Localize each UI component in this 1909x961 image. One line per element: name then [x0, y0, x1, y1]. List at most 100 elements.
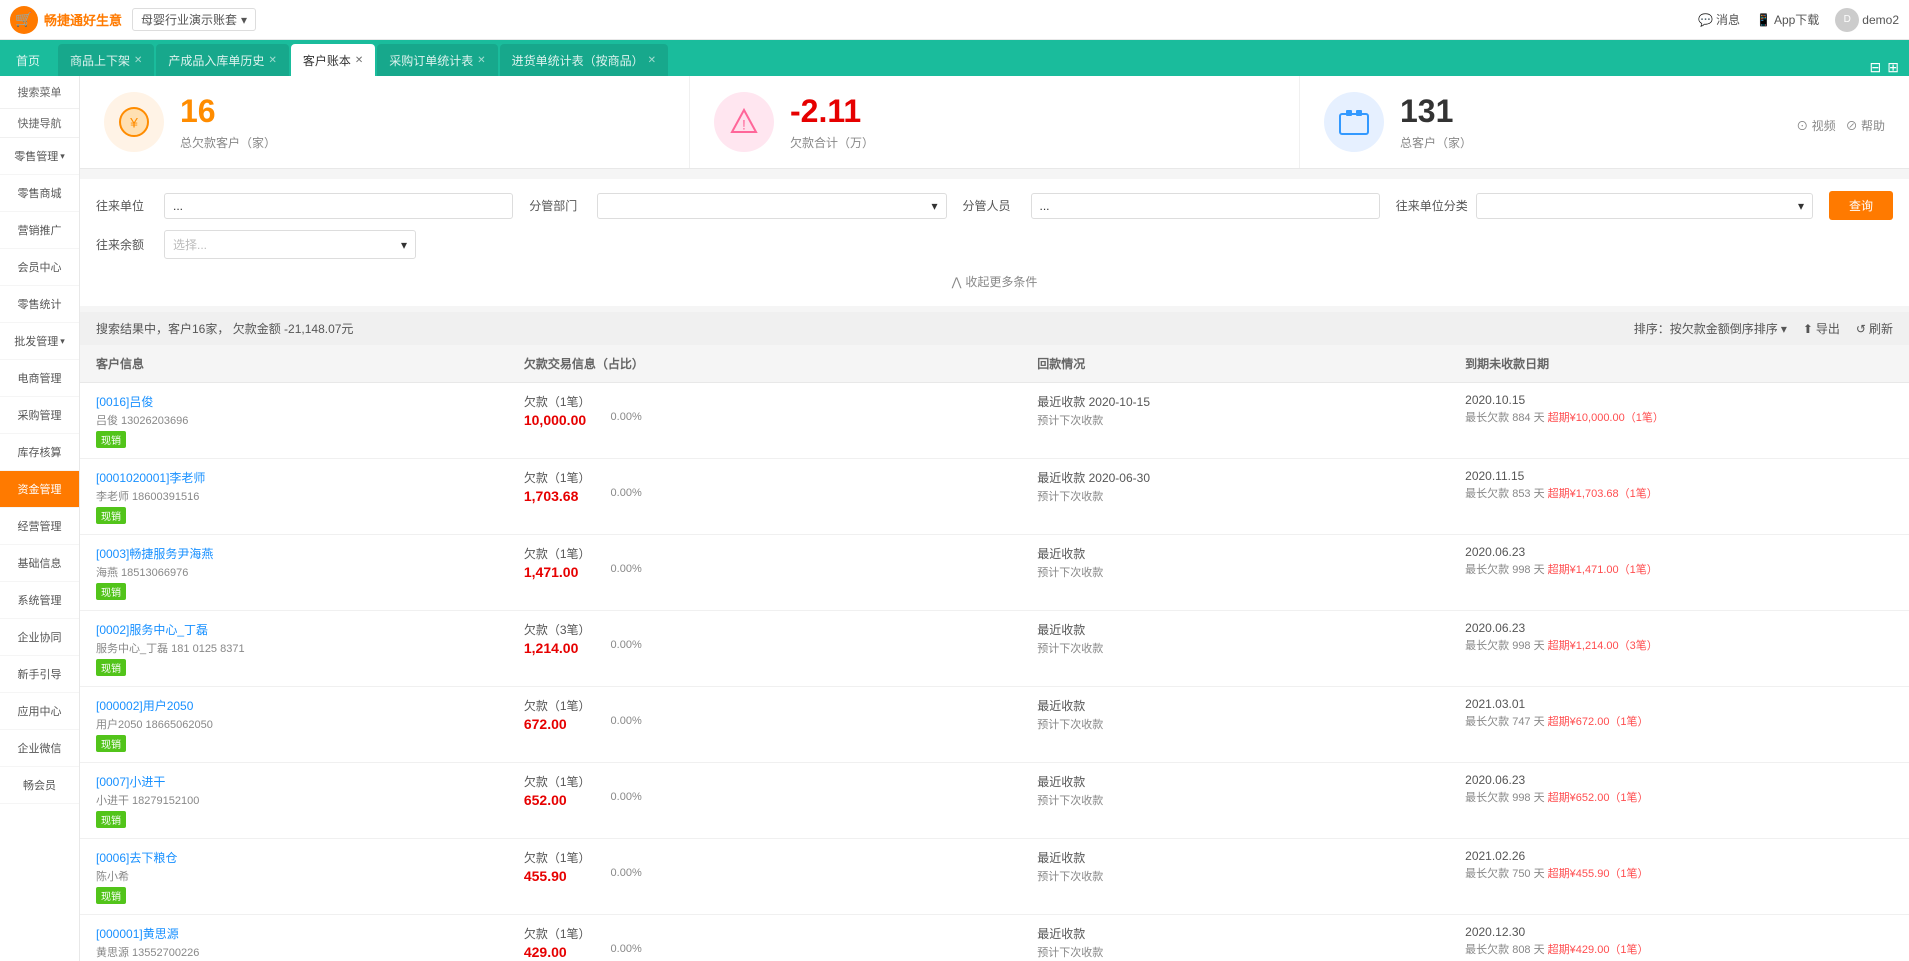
debt-details-3: 欠款（3笔） 1,214.00 — [524, 621, 591, 656]
due-info-1: 2020.11.15 最长欠款 853 天 超期¥1,703.68（1笔） — [1465, 469, 1893, 524]
debt-amount-0: 10,000.00 — [524, 412, 591, 428]
sidebar-item-warehouse[interactable]: 库存核算 — [0, 434, 79, 471]
refresh-btn[interactable]: ↺ 刷新 — [1856, 320, 1893, 337]
tab-customer-account-close[interactable]: ✕ — [355, 55, 363, 66]
filter-category: 往来单位分类 ▾ — [1396, 193, 1813, 219]
debt-row-6: 欠款（1笔） 455.90 0.00% — [524, 849, 1037, 884]
customer-info-7: [000001]黄思源 黄思源 13552700226 现销 — [96, 925, 524, 961]
table-row: [0002]服务中心_丁磊 服务中心_丁磊 181 0125 8371 现销 欠… — [80, 611, 1909, 687]
tab-products-off-close[interactable]: ✕ — [134, 55, 142, 66]
debt-count-0: 欠款（1笔） — [524, 393, 591, 410]
tab-stock-summary-label: 进货单统计表（按商品） — [512, 52, 644, 69]
sidebar-item-retail-stats[interactable]: 零售统计 — [0, 286, 79, 323]
sidebar-item-batch-mgmt[interactable]: 批发管理 ▾ — [0, 323, 79, 360]
debt-info-5: 欠款（1笔） 652.00 0.00% — [524, 773, 1037, 828]
stat-top-right: ⊙ 视频 ⊘ 帮助 — [1796, 111, 1885, 134]
overdue-link-7[interactable]: 超期¥429.00（1笔） — [1548, 944, 1649, 956]
overdue-link-0[interactable]: 超期¥10,000.00（1笔） — [1548, 412, 1664, 424]
sidebar-item-ecommerce[interactable]: 电商管理 — [0, 360, 79, 397]
stat-value-1: 16 — [180, 93, 276, 130]
collapse-row[interactable]: ⋀ 收起更多条件 — [96, 269, 1893, 294]
view-btn[interactable]: ⊙ 视频 — [1796, 117, 1835, 134]
tab-products-off[interactable]: 商品上下架 ✕ — [58, 44, 154, 76]
sidebar-item-member[interactable]: 会员中心 — [0, 249, 79, 286]
search-button[interactable]: 查询 — [1829, 191, 1893, 220]
customer-name-3[interactable]: [0002]服务中心_丁磊 — [96, 623, 208, 637]
stat-info-2: -2.11 欠款合计（万） — [790, 93, 874, 151]
tab-production-history[interactable]: 产成品入库单历史 ✕ — [156, 44, 288, 76]
table-row: [0016]吕俊 吕俊 13026203696 现销 欠款（1笔） 10,000… — [80, 383, 1909, 459]
overdue-link-3[interactable]: 超期¥1,214.00（3笔） — [1548, 640, 1658, 652]
customer-name-4[interactable]: [000002]用户2050 — [96, 699, 193, 713]
debt-info-2: 欠款（1笔） 1,471.00 0.00% — [524, 545, 1037, 600]
filter-supplier-input[interactable]: ... — [164, 193, 513, 219]
store-select[interactable]: 母婴行业演示账套 ▾ — [132, 8, 256, 31]
sidebar-item-retail-mgmt[interactable]: 零售管理 ▾ — [0, 138, 79, 175]
collapse-label: 收起更多条件 — [965, 273, 1037, 290]
due-date-6: 2021.02.26 — [1465, 849, 1893, 863]
sidebar-item-purchase-mgmt[interactable]: 采购管理 — [0, 397, 79, 434]
store-name: 母婴行业演示账套 — [141, 11, 237, 28]
debt-row-4: 欠款（1笔） 672.00 0.00% — [524, 697, 1037, 732]
tab-home[interactable]: 首页 — [0, 44, 56, 76]
app-download-btn[interactable]: 📱 App下载 — [1756, 11, 1819, 28]
overdue-link-1[interactable]: 超期¥1,703.68（1笔） — [1548, 488, 1658, 500]
overdue-link-6[interactable]: 超期¥455.90（1笔） — [1548, 868, 1649, 880]
sidebar-item-new-guide[interactable]: 新手引导 — [0, 656, 79, 693]
sidebar-item-system[interactable]: 系统管理 — [0, 582, 79, 619]
header-debt: 欠款交易信息（占比） — [524, 355, 1037, 372]
customer-name-7[interactable]: [000001]黄思源 — [96, 927, 179, 941]
return-info-1: 最近收款 2020-06-30 预计下次收款 — [1037, 469, 1465, 524]
due-date-4: 2021.03.01 — [1465, 697, 1893, 711]
sidebar-item-vip[interactable]: 畅会员 — [0, 767, 79, 804]
sidebar-item-app-center[interactable]: 应用中心 — [0, 693, 79, 730]
overdue-link-5[interactable]: 超期¥652.00（1笔） — [1548, 792, 1649, 804]
debt-details-0: 欠款（1笔） 10,000.00 — [524, 393, 591, 428]
tab-stock-summary[interactable]: 进货单统计表（按商品） ✕ — [500, 44, 668, 76]
table-header: 客户信息 欠款交易信息（占比） 回款情况 到期未收款日期 — [80, 345, 1909, 383]
sidebar-item-operations[interactable]: 经营管理 — [0, 508, 79, 545]
return-next-2: 预计下次收款 — [1037, 564, 1465, 580]
tab-maximize-icon[interactable]: ⊞ — [1887, 59, 1899, 76]
tab-production-history-close[interactable]: ✕ — [268, 55, 276, 66]
export-btn[interactable]: ⬆ 导出 — [1803, 320, 1840, 337]
filter-balance-input[interactable]: 选择... ▾ — [164, 230, 416, 259]
debt-amount-4: 672.00 — [524, 716, 591, 732]
customer-name-1[interactable]: [0001020001]李老师 — [96, 471, 205, 485]
customer-sub-5: 小进干 18279152100 — [96, 792, 524, 808]
sidebar-item-basic-info[interactable]: 基础信息 — [0, 545, 79, 582]
filter-category-input[interactable]: ▾ — [1476, 193, 1813, 219]
sidebar-quick-nav[interactable]: 快捷导航 — [0, 109, 79, 138]
customer-name-2[interactable]: [0003]畅捷服务尹海燕 — [96, 547, 213, 561]
sort-btn[interactable]: 排序：按欠款金额倒序排序 ▾ — [1634, 320, 1787, 337]
return-next-0: 预计下次收款 — [1037, 412, 1465, 428]
due-date-1: 2020.11.15 — [1465, 469, 1893, 483]
sidebar-item-finance[interactable]: 资金管理 — [0, 471, 79, 508]
tab-purchase-summary-close[interactable]: ✕ — [477, 55, 485, 66]
sidebar-item-marketing[interactable]: 营销推广 — [0, 212, 79, 249]
logo-icon: 🛒 — [10, 6, 38, 34]
return-info-3: 最近收款 预计下次收款 — [1037, 621, 1465, 676]
filter-row-2: 往来余额 选择... ▾ — [96, 230, 1893, 259]
user-avatar-area[interactable]: D demo2 — [1835, 8, 1899, 32]
chevron-down-icon: ▾ — [401, 238, 407, 252]
customer-name-6[interactable]: [0006]去下粮仓 — [96, 851, 177, 865]
sidebar-item-retail-mall[interactable]: 零售商城 — [0, 175, 79, 212]
filter-person-input[interactable]: ... — [1031, 193, 1380, 219]
overdue-link-4[interactable]: 超期¥672.00（1笔） — [1548, 716, 1649, 728]
customer-name-5[interactable]: [0007]小进干 — [96, 775, 165, 789]
debt-details-7: 欠款（1笔） 429.00 — [524, 925, 591, 960]
filter-dept-input[interactable]: ▾ — [597, 193, 946, 219]
sidebar-item-enterprise-coop[interactable]: 企业协同 — [0, 619, 79, 656]
sidebar-search[interactable]: 搜索菜单 — [0, 76, 79, 109]
filter-balance-label: 往来余额 — [96, 236, 156, 253]
help-btn[interactable]: ⊘ 帮助 — [1846, 117, 1885, 134]
tab-purchase-summary[interactable]: 采购订单统计表 ✕ — [377, 44, 497, 76]
tab-minimize-icon[interactable]: ⊟ — [1870, 59, 1882, 76]
sidebar-item-enterprise-wechat[interactable]: 企业微信 — [0, 730, 79, 767]
tab-stock-summary-close[interactable]: ✕ — [648, 55, 656, 66]
message-btn[interactable]: 💬 消息 — [1698, 11, 1740, 28]
overdue-link-2[interactable]: 超期¥1,471.00（1笔） — [1548, 564, 1658, 576]
customer-name-0[interactable]: [0016]吕俊 — [96, 395, 153, 409]
tab-customer-account[interactable]: 客户账本 ✕ — [291, 44, 375, 76]
